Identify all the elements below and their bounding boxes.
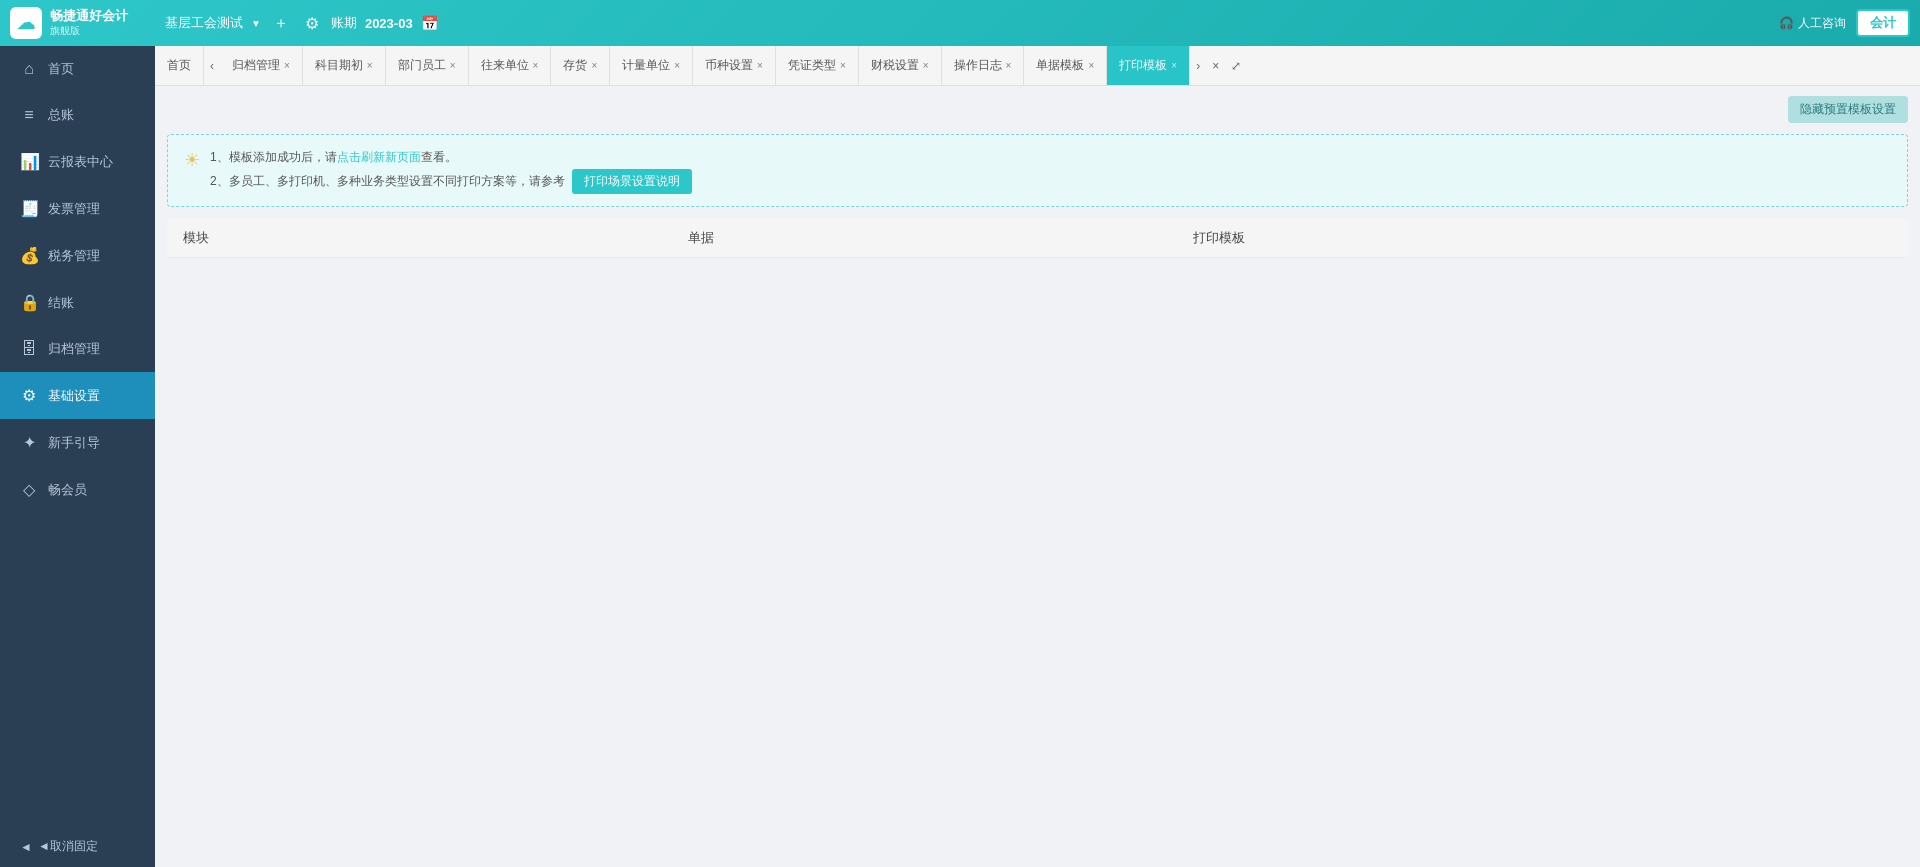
col-form: 单据 — [672, 219, 1177, 258]
sidebar-item-home[interactable]: ⌂ 首页 — [0, 46, 155, 92]
settings-sidebar-icon: ⚙ — [20, 386, 38, 405]
sidebar-item-archive[interactable]: 🗄 归档管理 — [0, 326, 155, 372]
tab-close-archive[interactable]: × — [284, 60, 290, 71]
tab-close-units[interactable]: × — [674, 60, 680, 71]
unpin-label: ◄取消固定 — [38, 838, 98, 855]
sidebar-item-member[interactable]: ◇ 畅会员 — [0, 466, 155, 513]
sidebar-item-reports[interactable]: 📊 云报表中心 — [0, 138, 155, 185]
unpin-sidebar-button[interactable]: ◄ ◄取消固定 — [0, 826, 155, 867]
sidebar-item-invoice[interactable]: 🧾 发票管理 — [0, 185, 155, 232]
settings-icon[interactable]: ⚙ — [301, 12, 323, 35]
logo-sub-text: 旗舰版 — [50, 24, 128, 38]
sidebar-item-label: 结账 — [48, 294, 74, 312]
tab-home[interactable]: 首页 — [155, 46, 204, 85]
logo-icon: ☁ — [10, 7, 42, 39]
content-area: 首页 ‹ 归档管理 × 科目期初 × 部门员工 × 往来单位 × 存货 × — [155, 46, 1920, 867]
notice-text-area: 1、模板添加成功后，请点击刷新新页面查看。 2、多员工、多打印机、多种业务类型设… — [210, 147, 1891, 194]
sidebar-item-label: 总账 — [48, 106, 74, 124]
company-dropdown-icon[interactable]: ▼ — [251, 18, 261, 29]
ledger-icon: ≡ — [20, 106, 38, 124]
logo-main-text: 畅捷通好会计 — [50, 8, 128, 24]
tab-currency[interactable]: 币种设置 × — [693, 46, 776, 85]
sidebar-item-tax[interactable]: 💰 税务管理 — [0, 232, 155, 279]
invoice-icon: 🧾 — [20, 199, 38, 218]
hide-template-button[interactable]: 隐藏预置模板设置 — [1788, 96, 1908, 123]
header-middle: 基层工会测试 ▼ ＋ ⚙ 账期 2023-03 📅 — [165, 11, 1779, 36]
tab-close-all[interactable]: × — [1206, 46, 1225, 85]
archive-icon: 🗄 — [20, 340, 38, 358]
tab-voucher-type[interactable]: 凭证类型 × — [776, 46, 859, 85]
tab-nav-left[interactable]: ‹ — [204, 46, 220, 85]
tab-archive[interactable]: 归档管理 × — [220, 46, 303, 85]
member-icon: ◇ — [20, 480, 38, 499]
col-print-template: 打印模板 — [1177, 219, 1908, 258]
sidebar-item-label: 云报表中心 — [48, 153, 113, 171]
header-right: 🎧 人工咨询 会计 — [1779, 9, 1910, 37]
tab-maximize[interactable]: ⤢ — [1225, 46, 1247, 85]
sidebar-item-guide[interactable]: ✦ 新手引导 — [0, 419, 155, 466]
company-name: 基层工会测试 — [165, 14, 243, 32]
tab-close-currency[interactable]: × — [757, 60, 763, 71]
sidebar-item-label: 归档管理 — [48, 340, 100, 358]
account-button[interactable]: 会计 — [1856, 9, 1910, 37]
notice-line-1: 1、模板添加成功后，请点击刷新新页面查看。 — [210, 147, 1891, 169]
col-module: 模块 — [167, 219, 672, 258]
tab-print-template[interactable]: 打印模板 × — [1107, 46, 1190, 85]
tab-bar: 首页 ‹ 归档管理 × 科目期初 × 部门员工 × 往来单位 × 存货 × — [155, 46, 1920, 86]
home-icon: ⌂ — [20, 60, 38, 78]
tab-operation-log[interactable]: 操作日志 × — [942, 46, 1025, 85]
print-template-table: 模块 单据 打印模板 — [167, 219, 1908, 258]
unpin-icon: ◄ — [20, 840, 32, 854]
tax-icon: 💰 — [20, 246, 38, 265]
sidebar-item-label: 发票管理 — [48, 200, 100, 218]
sidebar-item-label: 畅会员 — [48, 481, 87, 499]
guide-icon: ✦ — [20, 433, 38, 452]
tab-tax-settings[interactable]: 财税设置 × — [859, 46, 942, 85]
tab-close-single-form[interactable]: × — [1088, 60, 1094, 71]
help-button[interactable]: 🎧 人工咨询 — [1779, 15, 1846, 32]
page-content: 隐藏预置模板设置 ☀ 1、模板添加成功后，请点击刷新新页面查看。 2、多员工、多… — [155, 86, 1920, 867]
sidebar-item-label: 新手引导 — [48, 434, 100, 452]
tab-close-operation-log[interactable]: × — [1006, 60, 1012, 71]
refresh-link[interactable]: 点击刷新新页面 — [337, 150, 421, 164]
logo-area: ☁ 畅捷通好会计 旗舰版 — [10, 7, 165, 39]
tab-department[interactable]: 部门员工 × — [386, 46, 469, 85]
tab-single-form[interactable]: 单据模板 × — [1024, 46, 1107, 85]
sidebar: ⌂ 首页 ≡ 总账 📊 云报表中心 🧾 发票管理 💰 税务管理 🔒 结账 🗄 归… — [0, 46, 155, 867]
tab-nav-right[interactable]: › — [1190, 46, 1206, 85]
tab-units[interactable]: 计量单位 × — [610, 46, 693, 85]
sidebar-item-label: 税务管理 — [48, 247, 100, 265]
add-tab-button[interactable]: ＋ — [269, 11, 293, 36]
top-bar: ☁ 畅捷通好会计 旗舰版 基层工会测试 ▼ ＋ ⚙ 账期 2023-03 📅 🎧… — [0, 0, 1920, 46]
tab-close-department[interactable]: × — [450, 60, 456, 71]
sidebar-item-closing[interactable]: 🔒 结账 — [0, 279, 155, 326]
tab-close-print-template[interactable]: × — [1171, 60, 1177, 71]
tab-close-inventory[interactable]: × — [591, 60, 597, 71]
tab-close-voucher-type[interactable]: × — [840, 60, 846, 71]
logo-text: 畅捷通好会计 旗舰版 — [50, 8, 128, 38]
tab-close-subjects[interactable]: × — [367, 60, 373, 71]
tab-close-tax-settings[interactable]: × — [923, 60, 929, 71]
closing-icon: 🔒 — [20, 293, 38, 312]
sidebar-item-settings[interactable]: ⚙ 基础设置 — [0, 372, 155, 419]
calendar-icon[interactable]: 📅 — [421, 15, 438, 31]
tab-customers[interactable]: 往来单位 × — [469, 46, 552, 85]
sidebar-item-label: 基础设置 — [48, 387, 100, 405]
print-scene-button[interactable]: 打印场景设置说明 — [572, 169, 692, 194]
tab-inventory[interactable]: 存货 × — [551, 46, 610, 85]
period-value: 2023-03 — [365, 16, 413, 31]
tab-subjects[interactable]: 科目期初 × — [303, 46, 386, 85]
main-layout: ⌂ 首页 ≡ 总账 📊 云报表中心 🧾 发票管理 💰 税务管理 🔒 结账 🗄 归… — [0, 46, 1920, 867]
headset-icon: 🎧 — [1779, 16, 1794, 30]
sidebar-item-ledger[interactable]: ≡ 总账 — [0, 92, 155, 138]
tab-close-customers[interactable]: × — [533, 60, 539, 71]
reports-icon: 📊 — [20, 152, 38, 171]
notice-box: ☀ 1、模板添加成功后，请点击刷新新页面查看。 2、多员工、多打印机、多种业务类… — [167, 134, 1908, 207]
period-label: 账期 — [331, 14, 357, 32]
notice-line-2: 2、多员工、多打印机、多种业务类型设置不同打印方案等，请参考 打印场景设置说明 — [210, 169, 1891, 194]
bulb-icon: ☀ — [184, 149, 200, 171]
sidebar-item-label: 首页 — [48, 60, 74, 78]
